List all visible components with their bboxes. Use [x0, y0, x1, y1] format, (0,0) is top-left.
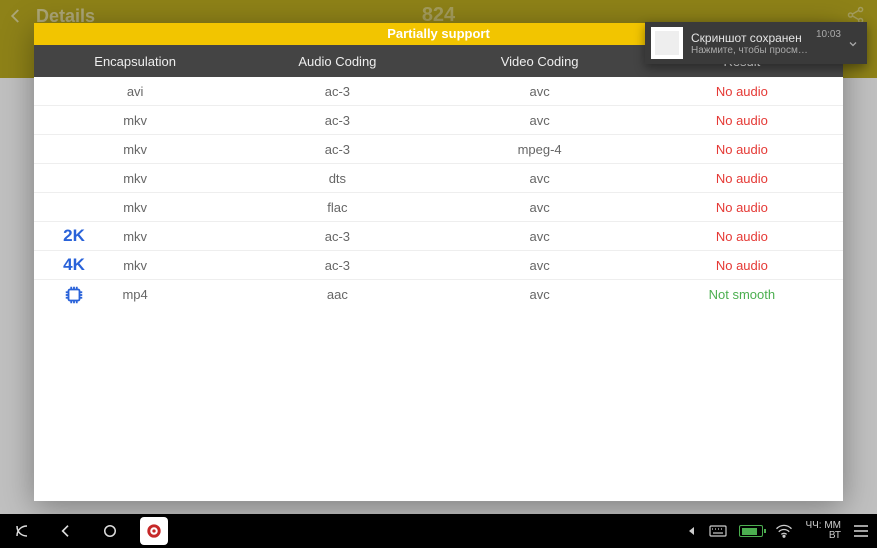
cell-result: No audio	[641, 258, 843, 273]
cell-video: avc	[439, 113, 641, 128]
cell-video: avc	[439, 229, 641, 244]
cell-result: No audio	[641, 113, 843, 128]
tray-battery-icon	[739, 525, 763, 537]
col-video-coding: Video Coding	[439, 54, 641, 69]
nav-back-button[interactable]	[44, 514, 88, 548]
cell-video: avc	[439, 258, 641, 273]
details-modal: Partially support Encapsulation Audio Co…	[34, 23, 843, 501]
tray-clock: ЧЧ: ММ ВТ	[805, 521, 841, 541]
row-marker: 2K	[56, 226, 92, 246]
tray-keyboard-icon[interactable]	[709, 525, 727, 537]
cell-video: avc	[439, 171, 641, 186]
table-row[interactable]: mkvac-3avcNo audio	[34, 106, 843, 135]
cell-result: No audio	[641, 200, 843, 215]
table-row[interactable]: aviac-3avcNo audio	[34, 77, 843, 106]
tray-menu-icon[interactable]	[853, 524, 869, 538]
cell-audio: flac	[236, 200, 438, 215]
cell-encapsulation: avi	[34, 84, 236, 99]
cell-result: No audio	[641, 171, 843, 186]
toast-title: Скриншот сохранен	[691, 31, 810, 45]
system-nav-bar: ЧЧ: ММ ВТ	[0, 514, 877, 548]
cpu-icon	[56, 284, 92, 306]
cell-encapsulation: mkv	[34, 200, 236, 215]
table-row[interactable]: mkvflacavcNo audio	[34, 193, 843, 222]
table-row[interactable]: mkvac-3mpeg-4No audio	[34, 135, 843, 164]
toast-time: 10:03	[816, 29, 841, 40]
chevron-down-icon[interactable]	[845, 38, 861, 50]
table-row[interactable]: 4Kmkvac-3avcNo audio	[34, 251, 843, 280]
cell-result: No audio	[641, 229, 843, 244]
cell-audio: ac-3	[236, 84, 438, 99]
toast-thumbnail	[651, 27, 683, 59]
cell-audio: dts	[236, 171, 438, 186]
nav-home-button[interactable]	[88, 514, 132, 548]
cell-encapsulation: mkv	[34, 113, 236, 128]
cell-result: No audio	[641, 142, 843, 157]
cell-audio: ac-3	[236, 142, 438, 157]
cell-video: avc	[439, 287, 641, 302]
running-app-icon[interactable]	[132, 514, 176, 548]
cell-video: mpeg-4	[439, 142, 641, 157]
cell-video: avc	[439, 200, 641, 215]
sys-logo-icon[interactable]	[0, 514, 44, 548]
cell-audio: aac	[236, 287, 438, 302]
clock-line2: ВТ	[805, 531, 841, 541]
tray-triangle-left-icon[interactable]	[687, 526, 697, 536]
table-row[interactable]: mp4aacavcNot smooth	[34, 280, 843, 309]
cell-encapsulation: mkv	[34, 142, 236, 157]
cell-audio: ac-3	[236, 258, 438, 273]
table-row[interactable]: mkvdtsavcNo audio	[34, 164, 843, 193]
table-body[interactable]: aviac-3avcNo audiomkvac-3avcNo audiomkva…	[34, 77, 843, 501]
cell-audio: ac-3	[236, 113, 438, 128]
screenshot-toast[interactable]: Скриншот сохранен Нажмите, чтобы просмот…	[645, 22, 867, 64]
table-row[interactable]: 2Kmkvac-3avcNo audio	[34, 222, 843, 251]
row-marker: 4K	[56, 255, 92, 275]
col-audio-coding: Audio Coding	[236, 54, 438, 69]
tray-wifi-icon	[775, 524, 793, 538]
cell-result: Not smooth	[641, 287, 843, 302]
cell-audio: ac-3	[236, 229, 438, 244]
toast-subtitle: Нажмите, чтобы просмотреть	[691, 45, 810, 56]
cell-video: avc	[439, 84, 641, 99]
col-encapsulation: Encapsulation	[34, 54, 236, 69]
cell-encapsulation: mkv	[34, 171, 236, 186]
cell-result: No audio	[641, 84, 843, 99]
